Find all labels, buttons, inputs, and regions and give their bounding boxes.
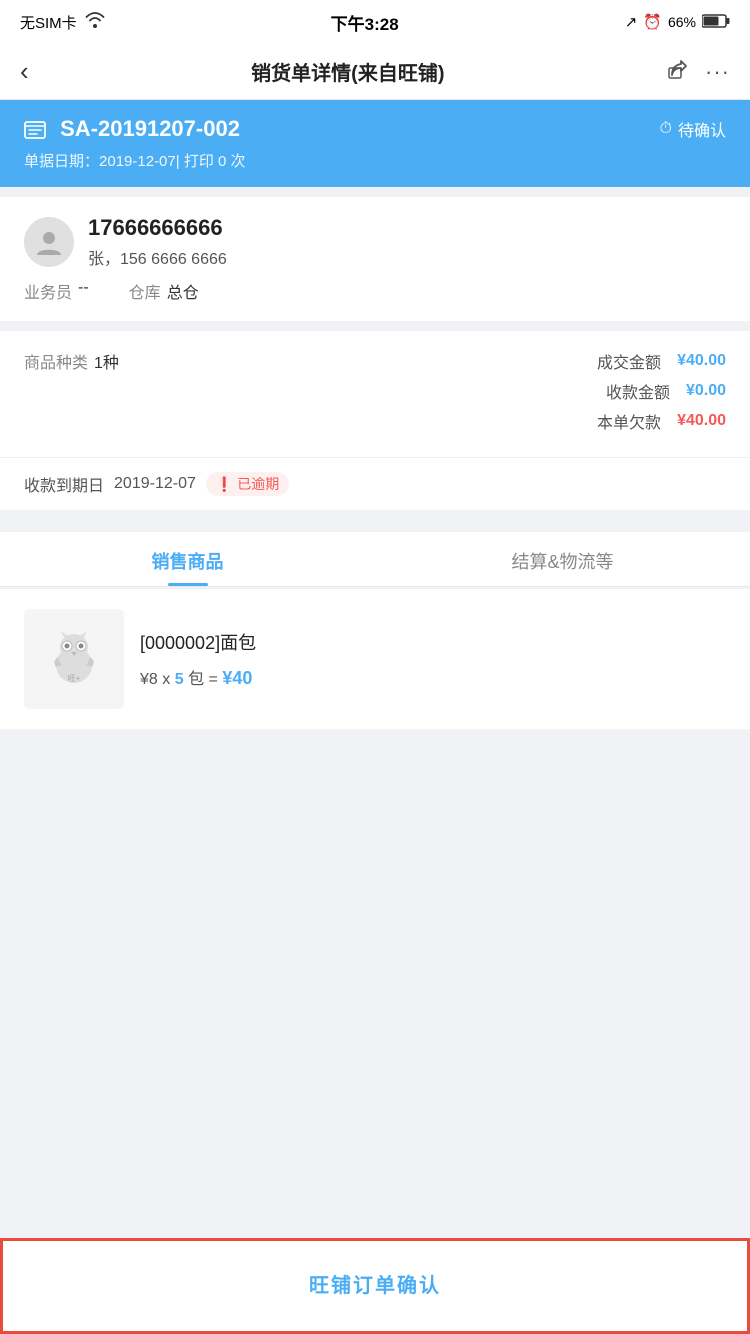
product-qty: 5 bbox=[175, 671, 184, 688]
order-id: SA-20191207-002 bbox=[24, 116, 240, 142]
product-price-row: ¥8 x 5 包 = ¥40 bbox=[140, 665, 726, 689]
more-button[interactable]: ··· bbox=[705, 59, 730, 85]
order-date: 单据日期：2019-12-07| 打印 0 次 bbox=[24, 150, 726, 171]
share-button[interactable] bbox=[667, 58, 689, 86]
summary-amounts: 成交金额 ¥40.00 收款金额 ¥0.00 本单欠款 ¥40.00 bbox=[597, 349, 726, 439]
status-clock-icon: ⏱ bbox=[660, 120, 672, 138]
page-title: 销货单详情(来自旺铺) bbox=[251, 57, 444, 86]
confirm-order-button[interactable]: 旺铺订单确认 bbox=[23, 1255, 727, 1311]
customer-name: 张，156 6666 6666 bbox=[88, 245, 227, 269]
received-amount-label: 收款金额 bbox=[606, 379, 670, 403]
svg-text:旺+: 旺+ bbox=[68, 674, 81, 683]
equals-symbol: = bbox=[209, 671, 223, 688]
order-header: SA-20191207-002 ⏱ 待确认 单据日期：2019-12-07| 打… bbox=[0, 100, 750, 187]
due-date-label: 收款到期日 bbox=[24, 472, 104, 496]
product-image: 旺+ bbox=[24, 609, 124, 709]
sales-value: -- bbox=[78, 279, 89, 303]
owed-amount-value: ¥40.00 bbox=[677, 412, 726, 430]
avatar bbox=[24, 217, 74, 267]
nav-bar: ‹ 销货单详情(来自旺铺) ··· bbox=[0, 44, 750, 100]
due-date-section: 收款到期日 2019-12-07 ❗ 已逾期 bbox=[0, 457, 750, 510]
product-info: [0000002]面包 ¥8 x 5 包 = ¥40 bbox=[140, 629, 726, 689]
alarm-icon: ⏰ bbox=[643, 13, 662, 31]
product-name: [0000002]面包 bbox=[140, 629, 726, 655]
summary-section: 商品种类 1种 成交金额 ¥40.00 收款金额 ¥0.00 本单欠款 ¥40.… bbox=[0, 331, 750, 457]
owed-amount-label: 本单欠款 bbox=[597, 409, 661, 433]
divider-1 bbox=[0, 321, 750, 331]
received-amount-value: ¥0.00 bbox=[686, 382, 726, 400]
location-icon: ↗ bbox=[625, 13, 638, 31]
price-unit: ¥8 bbox=[140, 671, 158, 688]
overdue-badge: ❗ 已逾期 bbox=[206, 472, 289, 496]
product-item: 旺+ [0000002]面包 ¥8 x 5 包 = ¥40 bbox=[0, 589, 750, 730]
customer-phone: 17666666666 bbox=[88, 215, 227, 241]
carrier-text: 无SIM卡 bbox=[20, 12, 77, 33]
wifi-icon bbox=[85, 12, 105, 32]
battery-icon bbox=[702, 14, 730, 31]
customer-section: 17666666666 张，156 6666 6666 业务员 -- 仓库 总仓 bbox=[0, 197, 750, 321]
sales-label: 业务员 bbox=[24, 279, 72, 303]
warehouse-value: 总仓 bbox=[167, 279, 199, 303]
product-unit: 包 bbox=[188, 671, 204, 688]
multiply-symbol: x bbox=[162, 671, 174, 688]
deal-amount-label: 成交金额 bbox=[597, 349, 661, 373]
tab-settlement[interactable]: 结算&物流等 bbox=[375, 532, 750, 586]
back-button[interactable]: ‹ bbox=[20, 56, 29, 87]
warehouse-label: 仓库 bbox=[129, 279, 161, 303]
product-total: ¥40 bbox=[222, 668, 252, 688]
battery-text: 66% bbox=[668, 14, 696, 30]
order-id-icon bbox=[24, 116, 52, 141]
product-list: 旺+ [0000002]面包 ¥8 x 5 包 = ¥40 bbox=[0, 589, 750, 730]
confirm-button-container: 旺铺订单确认 bbox=[0, 1238, 750, 1334]
customer-meta: 业务员 -- 仓库 总仓 bbox=[24, 279, 726, 303]
status-indicators: ↗ ⏰ 66% bbox=[625, 13, 730, 31]
due-date-value: 2019-12-07 bbox=[114, 475, 196, 493]
overdue-text: 已逾期 bbox=[237, 474, 279, 494]
tab-sales-products[interactable]: 销售商品 bbox=[0, 532, 375, 586]
status-carrier: 无SIM卡 bbox=[20, 12, 105, 33]
divider-2 bbox=[0, 510, 750, 522]
status-time: 下午3:28 bbox=[331, 10, 399, 35]
nav-actions: ··· bbox=[667, 58, 730, 86]
bottom-space bbox=[0, 730, 750, 850]
order-status: ⏱ 待确认 bbox=[660, 117, 727, 141]
product-kinds: 商品种类 1种 bbox=[24, 349, 119, 373]
status-bar: 无SIM卡 下午3:28 ↗ ⏰ 66% bbox=[0, 0, 750, 44]
overdue-icon: ❗ bbox=[216, 476, 233, 493]
tabs-section: 销售商品 结算&物流等 bbox=[0, 532, 750, 587]
deal-amount-value: ¥40.00 bbox=[677, 352, 726, 370]
